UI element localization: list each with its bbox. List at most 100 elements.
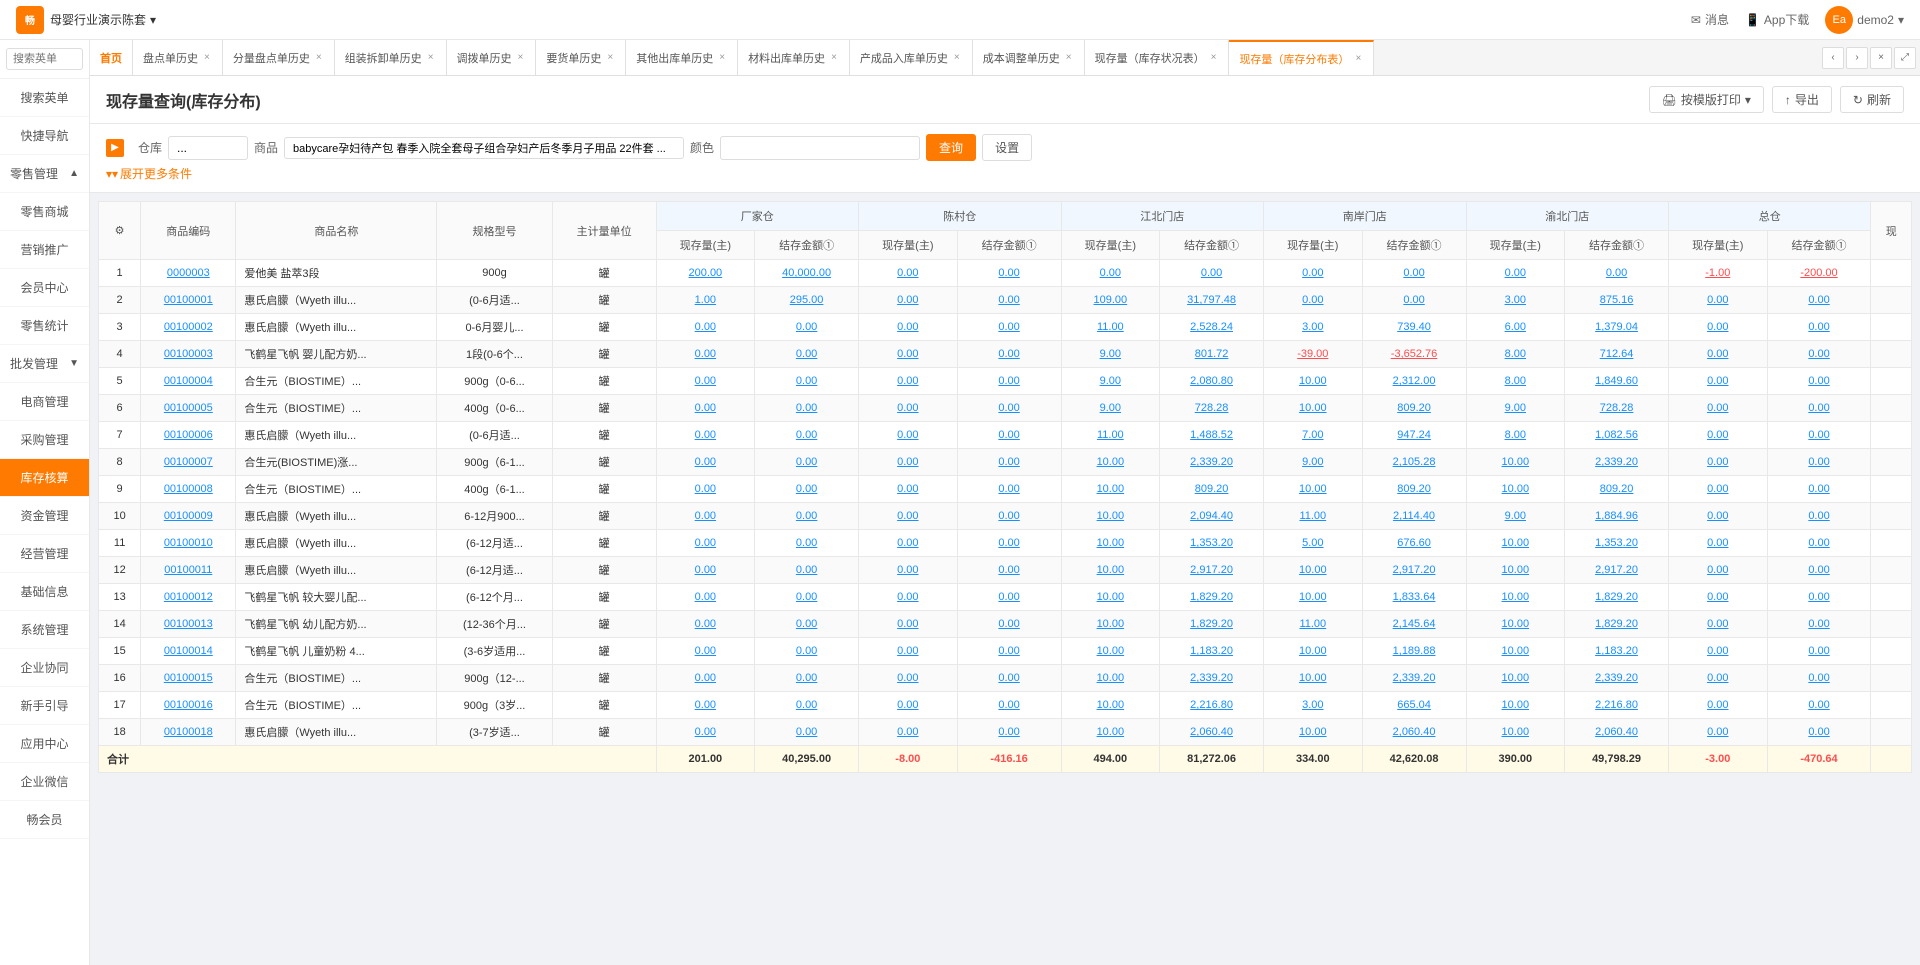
table-cell[interactable]: 0.00 [656,692,755,719]
table-cell[interactable]: 0.00 [755,719,859,746]
table-cell[interactable]: 0.00 [957,611,1061,638]
refresh-btn[interactable]: ↻ 刷新 [1840,86,1904,113]
table-cell[interactable]: 10.00 [1264,368,1363,395]
table-cell[interactable]: 0.00 [656,395,755,422]
sidebar-item-guide[interactable]: 新手引导 [0,687,89,725]
tab-prev-btn[interactable]: ‹ [1822,47,1844,69]
table-cell[interactable]: 0.00 [1767,692,1871,719]
table-cell[interactable]: 0.00 [859,260,958,287]
table-cell[interactable]: 0.00 [1668,422,1767,449]
table-cell[interactable]: 0.00 [1767,395,1871,422]
table-cell[interactable]: 0.00 [1466,260,1565,287]
table-cell[interactable]: 3.00 [1264,314,1363,341]
table-cell[interactable]: 10.00 [1264,557,1363,584]
table-cell[interactable]: 0.00 [859,341,958,368]
table-cell[interactable]: 1,353.20 [1565,530,1669,557]
row-code[interactable]: 00100015 [141,665,236,692]
table-cell[interactable]: 0.00 [957,422,1061,449]
sidebar-item-marketing[interactable]: 营销推广 [0,231,89,269]
table-cell[interactable]: 1,829.20 [1160,584,1264,611]
table-cell[interactable]: 0.00 [1668,611,1767,638]
table-cell[interactable]: 10.00 [1466,692,1565,719]
table-cell[interactable]: 0.00 [1668,665,1767,692]
table-cell[interactable]: 9.00 [1466,503,1565,530]
table-cell[interactable]: 1,829.20 [1565,611,1669,638]
table-cell[interactable]: 0.00 [1264,287,1363,314]
table-container[interactable]: ⚙ 商品编码 商品名称 规格型号 主计量单位 厂家仓 陈村仓 江北门店 南岸门店… [90,193,1920,965]
table-cell[interactable]: 1,829.20 [1160,611,1264,638]
row-code[interactable]: 00100009 [141,503,236,530]
table-cell[interactable]: 0.00 [1668,584,1767,611]
color-input[interactable] [720,136,920,160]
table-cell[interactable]: 0.00 [859,449,958,476]
table-cell[interactable]: 0.00 [656,665,755,692]
row-code[interactable]: 00100005 [141,395,236,422]
table-cell[interactable]: 10.00 [1466,584,1565,611]
tab-material-out[interactable]: 材料出库单历史× [738,40,850,76]
tab-close[interactable]: × [605,51,615,64]
table-cell[interactable]: 0.00 [1767,611,1871,638]
table-cell[interactable]: 0.00 [859,368,958,395]
table-cell[interactable]: 2,339.20 [1565,449,1669,476]
tab-close[interactable]: × [1064,51,1074,64]
table-cell[interactable]: 0.00 [957,395,1061,422]
table-cell[interactable]: 10.00 [1061,584,1160,611]
table-cell[interactable]: 1,833.64 [1362,584,1466,611]
table-cell[interactable]: 9.00 [1466,395,1565,422]
table-cell[interactable]: 809.20 [1362,395,1466,422]
table-cell[interactable]: 1,082.56 [1565,422,1669,449]
table-cell[interactable]: 2,917.20 [1565,557,1669,584]
table-cell[interactable]: 0.00 [1767,638,1871,665]
tab-outbound[interactable]: 其他出库单历史× [626,40,738,76]
table-cell[interactable]: 0.00 [957,260,1061,287]
table-cell[interactable]: 9.00 [1264,449,1363,476]
table-cell[interactable]: 200.00 [656,260,755,287]
table-cell[interactable]: 0.00 [656,368,755,395]
search-input[interactable] [6,48,83,70]
table-cell[interactable]: 0.00 [1668,530,1767,557]
table-cell[interactable]: 11.00 [1264,503,1363,530]
table-cell[interactable]: 801.72 [1160,341,1264,368]
table-cell[interactable]: 10.00 [1264,638,1363,665]
row-code[interactable]: 00100012 [141,584,236,611]
table-cell[interactable]: 739.40 [1362,314,1466,341]
tab-close[interactable]: × [1209,51,1219,64]
table-cell[interactable]: 0.00 [1668,692,1767,719]
table-cell[interactable]: 0.00 [755,611,859,638]
table-cell[interactable]: 0.00 [859,611,958,638]
row-code[interactable]: 00100004 [141,368,236,395]
company-select[interactable]: 母婴行业演示陈套 ▾ [50,11,156,28]
table-cell[interactable]: 2,339.20 [1160,665,1264,692]
table-cell[interactable]: 1,488.52 [1160,422,1264,449]
warehouse-input[interactable] [168,136,248,160]
table-cell[interactable]: 0.00 [755,503,859,530]
table-cell[interactable]: 0.00 [656,422,755,449]
table-cell[interactable]: -200.00 [1767,260,1871,287]
table-cell[interactable]: 10.00 [1466,476,1565,503]
table-cell[interactable]: 3.00 [1264,692,1363,719]
table-cell[interactable]: 0.00 [1767,665,1871,692]
table-cell[interactable]: 2,528.24 [1160,314,1264,341]
table-cell[interactable]: 10.00 [1466,638,1565,665]
table-cell[interactable]: 10.00 [1466,719,1565,746]
table-cell[interactable]: 1.00 [656,287,755,314]
table-cell[interactable]: 40,000.00 [755,260,859,287]
table-cell[interactable]: 0.00 [957,476,1061,503]
expand-toggle-btn[interactable]: ▶ [106,139,124,157]
table-cell[interactable]: 0.00 [755,368,859,395]
table-cell[interactable]: 10.00 [1466,530,1565,557]
row-code[interactable]: 00100003 [141,341,236,368]
table-cell[interactable]: 676.60 [1362,530,1466,557]
sidebar-item-ecommerce[interactable]: 电商管理 [0,383,89,421]
table-cell[interactable]: 0.00 [755,314,859,341]
tab-close[interactable]: × [952,51,962,64]
row-code[interactable]: 00100011 [141,557,236,584]
table-cell[interactable]: 2,339.20 [1160,449,1264,476]
table-cell[interactable]: 0.00 [1668,476,1767,503]
tab-close[interactable]: × [314,51,324,64]
table-cell[interactable]: 10.00 [1264,584,1363,611]
row-code[interactable]: 00100006 [141,422,236,449]
tab-expand-btn[interactable]: ⤢ [1894,47,1916,69]
sidebar-item-operations[interactable]: 经营管理 [0,535,89,573]
table-cell[interactable]: -39.00 [1264,341,1363,368]
